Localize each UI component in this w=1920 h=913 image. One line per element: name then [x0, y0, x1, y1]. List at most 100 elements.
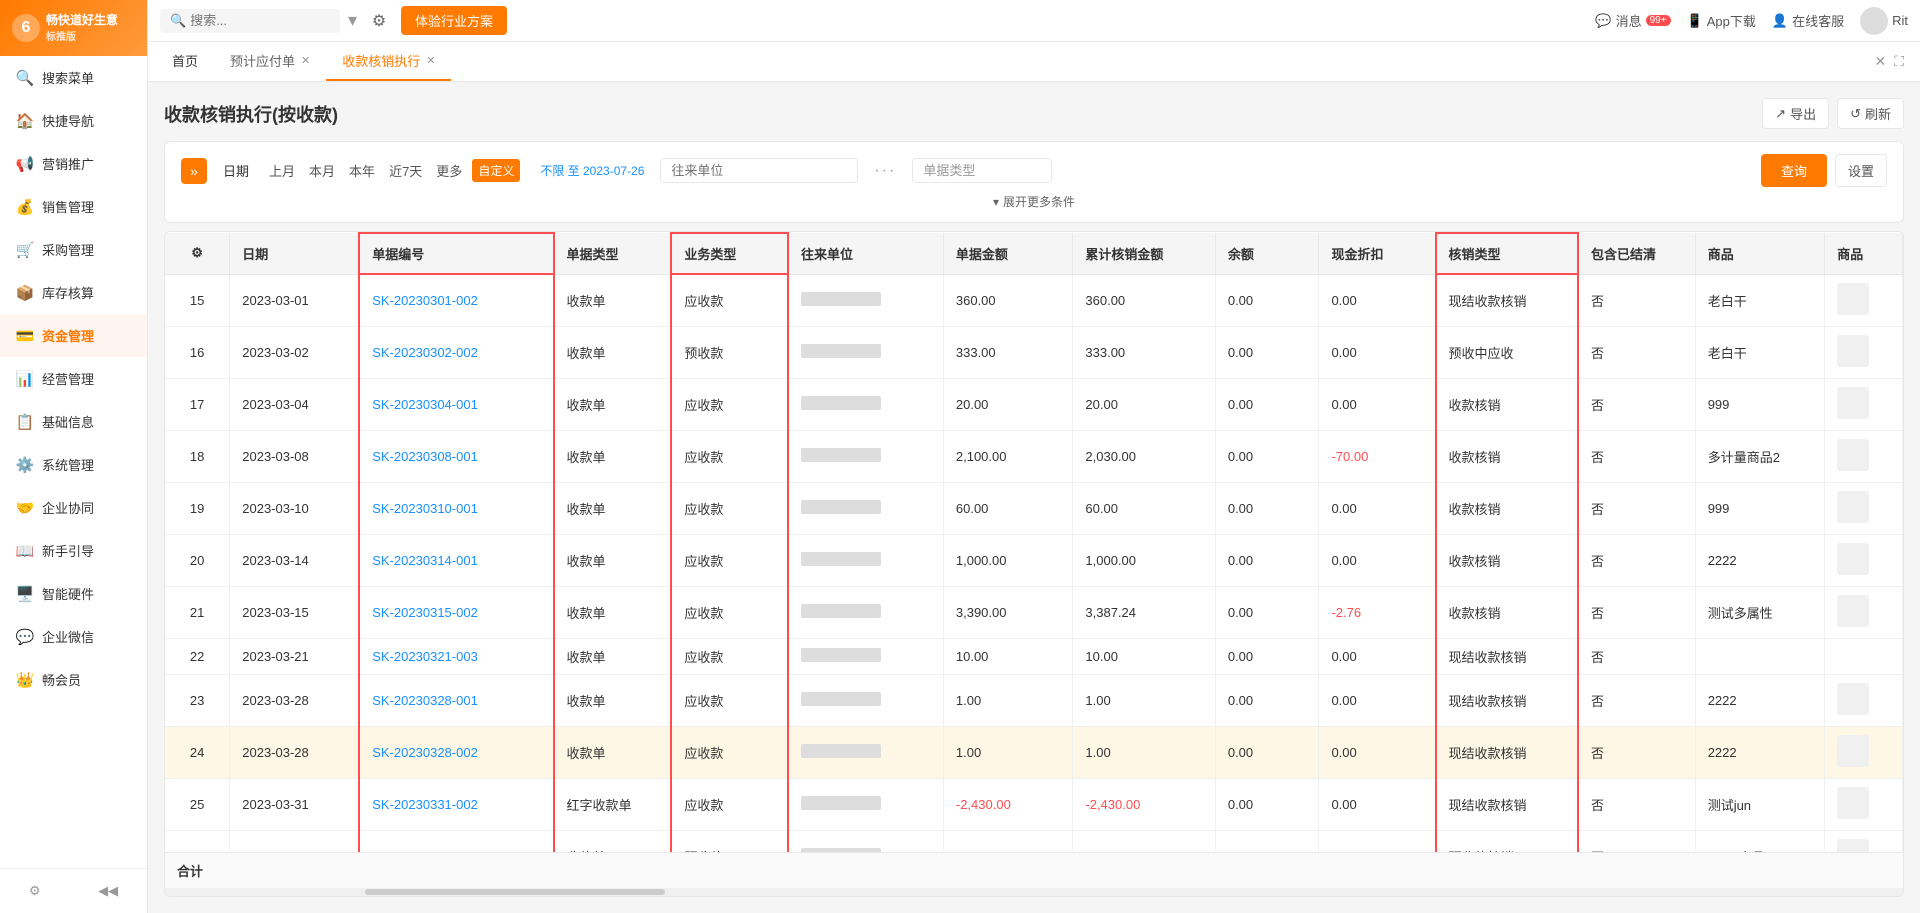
purchase-icon: 🛒 — [16, 241, 34, 259]
cell-total-cancel: 1.00 — [1073, 726, 1215, 778]
cell-biz-type: 应收款 — [671, 638, 788, 674]
cell-cash-discount: 0.00 — [1319, 482, 1436, 534]
cell-index: 16 — [165, 326, 230, 378]
product-image — [1837, 595, 1869, 627]
doc-type-select[interactable]: 单据类型 — [912, 158, 1052, 183]
settings-bottom-btn[interactable]: ⚙ — [23, 877, 47, 905]
sidebar-item-basic[interactable]: 📋 基础信息 — [0, 400, 147, 443]
online-service-btn[interactable]: 👤 在线客服 — [1772, 11, 1844, 30]
cell-date: 2023-04-03 — [230, 830, 360, 852]
tab-close-all-icon[interactable]: ✕ — [1874, 53, 1886, 70]
cell-product-img — [1825, 830, 1903, 852]
tab-home[interactable]: 首页 — [156, 42, 214, 81]
table-container[interactable]: ⚙ 日期 单据编号 单据类型 业务类型 往来单位 单据金额 累计核销金额 余额 … — [165, 232, 1903, 852]
doc-no-link[interactable]: SK-20230308-001 — [372, 449, 478, 464]
product-image — [1837, 839, 1869, 853]
topbar-search-input[interactable] — [190, 13, 320, 28]
partner-input[interactable] — [660, 158, 858, 183]
doc-no-link[interactable]: SK-20230328-001 — [372, 693, 478, 708]
messages-btn[interactable]: 💬 消息 99+ — [1595, 11, 1670, 30]
cell-cancel-type: 现结收款核销 — [1436, 638, 1578, 674]
sidebar-item-label: 快捷导航 — [42, 111, 94, 130]
user-avatar[interactable]: Rit — [1860, 7, 1908, 35]
doc-no-link[interactable]: SK-20230314-001 — [372, 553, 478, 568]
page-header: 收款核销执行(按收款) ↗ 导出 ↺ 刷新 — [164, 98, 1904, 129]
table-row: 21 2023-03-15 SK-20230315-002 收款单 应收款 3,… — [165, 586, 1903, 638]
hardware-icon: 🖥️ — [16, 585, 34, 603]
more-filters-dots[interactable]: ··· — [874, 162, 896, 180]
tab-prepay[interactable]: 预计应付单 ✕ — [214, 42, 326, 81]
cell-biz-type: 预收款 — [671, 326, 788, 378]
sidebar-item-finance[interactable]: 💳 资金管理 — [0, 314, 147, 357]
sidebar-item-corp[interactable]: 🤝 企业协同 — [0, 486, 147, 529]
cell-doc-no: SK-20230403-002 — [359, 830, 553, 852]
cell-date: 2023-03-21 — [230, 638, 360, 674]
cell-partner — [788, 326, 943, 378]
this-month-btn[interactable]: 本月 — [305, 159, 339, 182]
export-btn[interactable]: ↗ 导出 — [1762, 98, 1829, 129]
doc-no-link[interactable]: SK-20230315-002 — [372, 605, 478, 620]
cell-cash-discount: 0.00 — [1319, 274, 1436, 326]
sidebar-item-hardware[interactable]: 🖥️ 智能硬件 — [0, 572, 147, 615]
doc-no-link[interactable]: SK-20230304-001 — [372, 397, 478, 412]
doc-no-link[interactable]: SK-20230302-002 — [372, 345, 478, 360]
topbar-dropdown-icon[interactable]: ▾ — [348, 10, 357, 31]
message-badge: 99+ — [1646, 15, 1671, 26]
expand-more-conditions-btn[interactable]: ▾ 展开更多条件 — [993, 193, 1075, 210]
cell-product: 999 — [1695, 482, 1825, 534]
custom-btn[interactable]: 自定义 — [472, 159, 520, 182]
sidebar-item-purchase[interactable]: 🛒 采购管理 — [0, 228, 147, 271]
cell-product-img — [1825, 778, 1903, 830]
more-btn[interactable]: 更多 — [432, 159, 466, 182]
cell-date: 2023-03-28 — [230, 726, 360, 778]
last-month-btn[interactable]: 上月 — [265, 159, 299, 182]
sidebar-item-operations[interactable]: 📊 经营管理 — [0, 357, 147, 400]
refresh-btn[interactable]: ↺ 刷新 — [1837, 98, 1904, 129]
scrollbar-thumb[interactable] — [365, 889, 665, 895]
collapse-btn[interactable]: ◀◀ — [92, 877, 124, 905]
sidebar-item-guide[interactable]: 📖 新手引导 — [0, 529, 147, 572]
tab-collection[interactable]: 收款核销执行 ✕ — [326, 42, 451, 81]
table-row: 18 2023-03-08 SK-20230308-001 收款单 应收款 2,… — [165, 430, 1903, 482]
tab-prepay-close[interactable]: ✕ — [301, 54, 310, 67]
this-year-btn[interactable]: 本年 — [345, 159, 379, 182]
filter-bar: » 日期 上月 本月 本年 近7天 更多 自定义 不限 至 2023-07-26… — [164, 141, 1904, 223]
cell-index: 24 — [165, 726, 230, 778]
data-table: ⚙ 日期 单据编号 单据类型 业务类型 往来单位 单据金额 累计核销金额 余额 … — [165, 232, 1903, 852]
doc-no-link[interactable]: SK-20230328-002 — [372, 745, 478, 760]
settings-btn[interactable]: 设置 — [1835, 154, 1887, 187]
industry-solution-btn[interactable]: 体验行业方案 — [401, 6, 507, 35]
sidebar-item-sales[interactable]: 💰 销售管理 — [0, 185, 147, 228]
sidebar-item-label: 经营管理 — [42, 369, 94, 388]
doc-no-link[interactable]: SK-20230321-003 — [372, 649, 478, 664]
cell-balance: 0.00 — [1215, 378, 1319, 430]
query-btn[interactable]: 查询 — [1761, 154, 1827, 187]
cell-amount: 1.00 — [943, 674, 1073, 726]
app-download-btn[interactable]: 📱 App下载 — [1687, 11, 1756, 30]
tab-maximize-icon[interactable]: ⛶ — [1894, 53, 1904, 70]
sidebar-item-marketing[interactable]: 📢 营销推广 — [0, 142, 147, 185]
sidebar-item-wechat[interactable]: 💬 企业微信 — [0, 615, 147, 658]
horizontal-scrollbar[interactable] — [165, 888, 1903, 896]
sidebar-item-member[interactable]: 👑 畅会员 — [0, 658, 147, 701]
sidebar-item-quick-nav[interactable]: 🏠 快捷导航 — [0, 99, 147, 142]
sidebar-item-inventory[interactable]: 📦 库存核算 — [0, 271, 147, 314]
filter-expand-orange-btn[interactable]: » — [181, 158, 207, 184]
col-header-balance: 余额 — [1215, 233, 1319, 274]
cell-balance: 0.00 — [1215, 674, 1319, 726]
sidebar-item-system[interactable]: ⚙️ 系统管理 — [0, 443, 147, 486]
last7-btn[interactable]: 近7天 — [385, 159, 426, 182]
cell-doc-type: 收款单 — [554, 326, 672, 378]
doc-no-link[interactable]: SK-20230310-001 — [372, 501, 478, 516]
product-image — [1837, 787, 1869, 819]
cell-product: 123D商品 — [1695, 830, 1825, 852]
doc-no-link[interactable]: SK-20230301-002 — [372, 293, 478, 308]
topbar-gear-btn[interactable]: ⚙ — [365, 7, 393, 35]
tab-collection-close[interactable]: ✕ — [426, 54, 435, 67]
doc-no-link[interactable]: SK-20230331-002 — [372, 797, 478, 812]
cell-partner — [788, 830, 943, 852]
cell-total-cancel: 60.00 — [1073, 482, 1215, 534]
sidebar-item-search-menu[interactable]: 🔍 搜索菜单 — [0, 56, 147, 99]
system-icon: ⚙️ — [16, 456, 34, 474]
col-header-total-cancel: 累计核销金额 — [1073, 233, 1215, 274]
